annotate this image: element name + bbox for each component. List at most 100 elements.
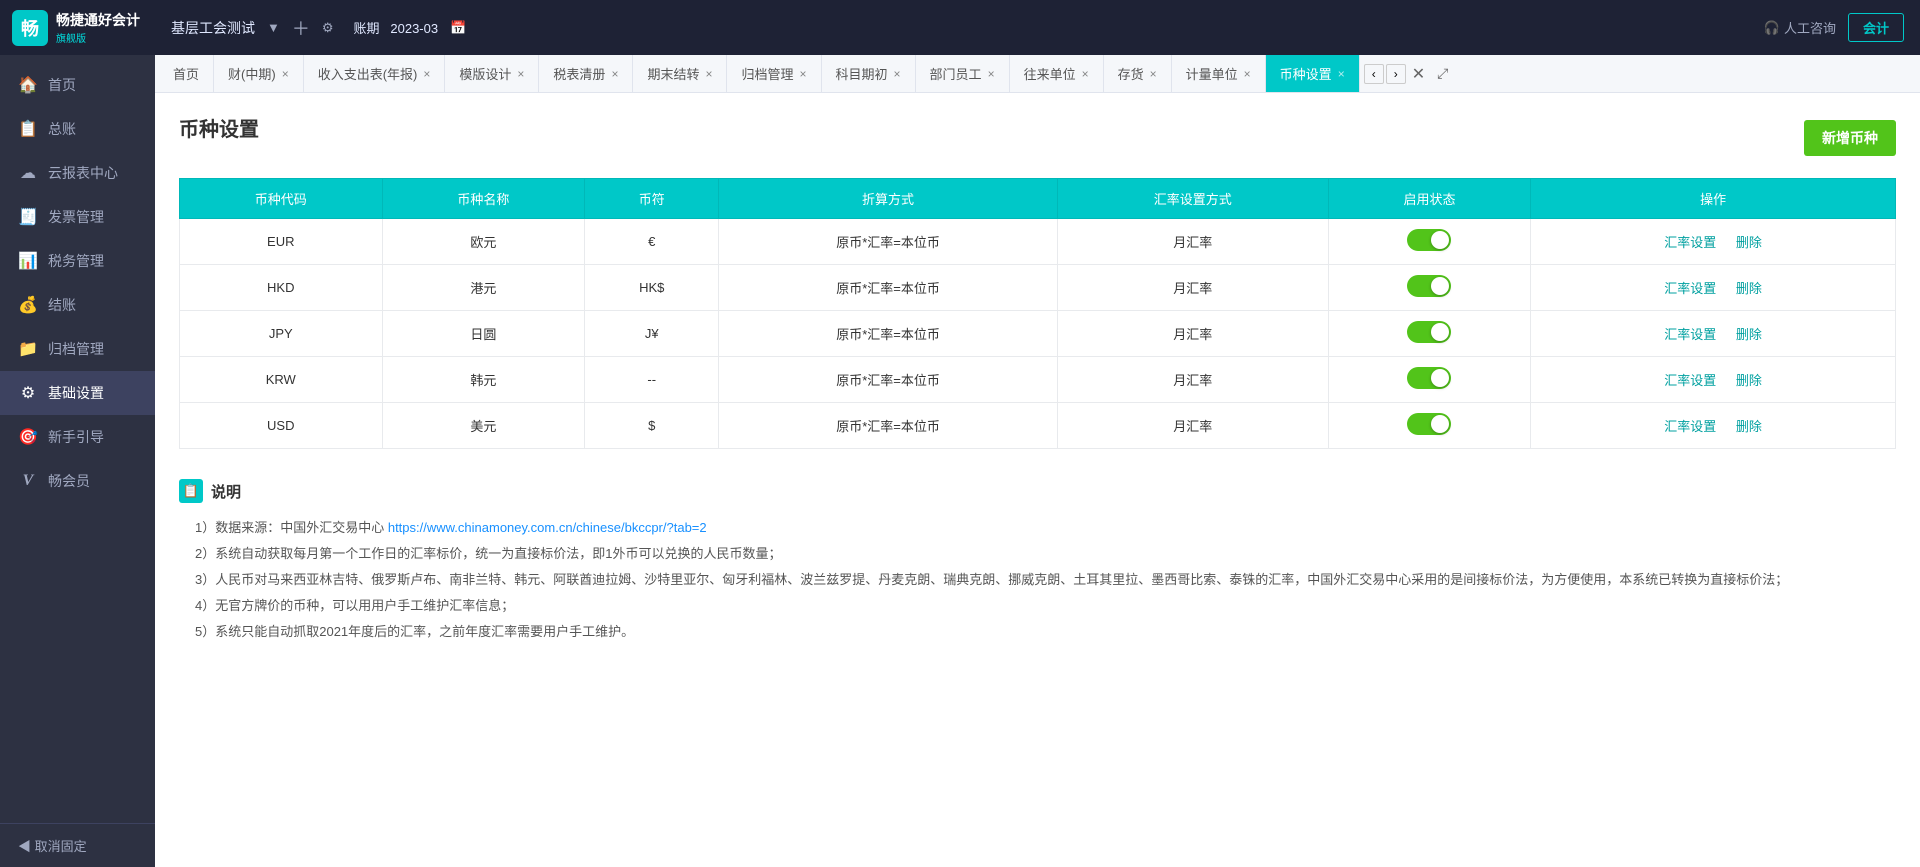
toggle-enabled[interactable] [1407, 367, 1451, 389]
cell-rate-type: 月汇率 [1057, 265, 1328, 311]
table-row: USD 美元 $ 原币*汇率=本位币 月汇率 汇率设置 删除 [180, 403, 1896, 449]
sidebar-item-member[interactable]: V 畅会员 [0, 459, 155, 503]
sidebar-item-guide[interactable]: 🎯 新手引导 [0, 415, 155, 459]
tab-contacts[interactable]: 往来单位 × [1010, 55, 1104, 93]
tab-dept-employee[interactable]: 部门员工 × [916, 55, 1010, 93]
tab-close-income-annual[interactable]: × [423, 67, 430, 81]
delete-link[interactable]: 删除 [1736, 419, 1762, 434]
company-settings-icon[interactable]: ⚙ [322, 20, 334, 36]
tab-subject-initial[interactable]: 科目期初 × [822, 55, 916, 93]
calendar-icon[interactable]: 📅 [450, 20, 466, 36]
rate-setting-link[interactable]: 汇率设置 [1664, 419, 1716, 434]
tab-unit[interactable]: 计量单位 × [1172, 55, 1266, 93]
page-title: 币种设置 [179, 113, 259, 142]
toggle-enabled[interactable] [1407, 229, 1451, 251]
tab-income-annual[interactable]: 收入支出表(年报) × [304, 55, 446, 93]
sidebar-item-settings[interactable]: ⚙ 基础设置 [0, 371, 155, 415]
close-all-tabs-btn[interactable]: ✕ [1406, 64, 1431, 84]
toggle-enabled[interactable] [1407, 275, 1451, 297]
cell-actions: 汇率设置 删除 [1531, 265, 1896, 311]
cell-status [1328, 357, 1531, 403]
cell-code: JPY [180, 311, 383, 357]
tab-home[interactable]: 首页 [159, 55, 214, 93]
settings-icon: ⚙ [18, 383, 38, 403]
tab-currency[interactable]: 币种设置 × [1266, 55, 1360, 93]
tab-tax-list[interactable]: 税表清册 × [539, 55, 633, 93]
col-name: 币种名称 [382, 179, 585, 219]
cell-code: HKD [180, 265, 383, 311]
account-button[interactable]: 会计 [1848, 13, 1904, 42]
tab-template[interactable]: 模版设计 × [445, 55, 539, 93]
sidebar-item-invoice[interactable]: 🧾 发票管理 [0, 195, 155, 239]
tab-close-period-transfer[interactable]: × [705, 67, 712, 81]
tab-close-dept-employee[interactable]: × [988, 67, 995, 81]
sidebar-item-tax[interactable]: 📊 税务管理 [0, 239, 155, 283]
cell-code: USD [180, 403, 383, 449]
sidebar-item-ledger[interactable]: 📋 总账 [0, 107, 155, 151]
note-item: 4）无官方牌价的币种，可以用用户手工维护汇率信息； [179, 593, 1896, 619]
col-calc: 折算方式 [719, 179, 1057, 219]
cell-name: 欧元 [382, 219, 585, 265]
sidebar-pin-toggle[interactable]: ◀ 取消固定 [0, 823, 155, 867]
cell-status [1328, 311, 1531, 357]
logo-text: 畅捷通好会计 旗舰版 [56, 10, 140, 45]
tab-close-inventory[interactable]: × [1150, 67, 1157, 81]
cell-status [1328, 219, 1531, 265]
delete-link[interactable]: 删除 [1736, 327, 1762, 342]
tab-close-currency[interactable]: × [1338, 67, 1345, 81]
tab-close-financial-mid[interactable]: × [282, 67, 289, 81]
table-row: JPY 日圆 J¥ 原币*汇率=本位币 月汇率 汇率设置 删除 [180, 311, 1896, 357]
tab-prev-btn[interactable]: ‹ [1364, 64, 1384, 84]
tab-close-unit[interactable]: × [1244, 67, 1251, 81]
cell-name: 美元 [382, 403, 585, 449]
sidebar-item-closing[interactable]: 💰 结账 [0, 283, 155, 327]
consult-button[interactable]: 🎧 人工咨询 [1764, 18, 1836, 37]
rate-setting-link[interactable]: 汇率设置 [1664, 235, 1716, 250]
tab-next-btn[interactable]: › [1386, 64, 1406, 84]
tab-close-contacts[interactable]: × [1082, 67, 1089, 81]
table-row: KRW 韩元 -- 原币*汇率=本位币 月汇率 汇率设置 删除 [180, 357, 1896, 403]
guide-icon: 🎯 [18, 427, 38, 447]
tab-financial-mid[interactable]: 财(中期) × [214, 55, 304, 93]
cell-name: 日圆 [382, 311, 585, 357]
chinamoney-link[interactable]: https://www.chinamoney.com.cn/chinese/bk… [388, 520, 707, 535]
tab-close-subject-initial[interactable]: × [894, 67, 901, 81]
delete-link[interactable]: 删除 [1736, 373, 1762, 388]
col-actions: 操作 [1531, 179, 1896, 219]
cell-symbol: J¥ [585, 311, 719, 357]
add-currency-button[interactable]: 新增币种 [1804, 120, 1896, 156]
note-item: 3）人民币对马来西亚林吉特、俄罗斯卢布、南非兰特、韩元、阿联酋迪拉姆、沙特里亚尔… [179, 567, 1896, 593]
delete-link[interactable]: 删除 [1736, 281, 1762, 296]
tab-close-tax-list[interactable]: × [611, 67, 618, 81]
toggle-enabled[interactable] [1407, 413, 1451, 435]
ledger-icon: 📋 [18, 119, 38, 139]
tab-inventory[interactable]: 存货 × [1104, 55, 1172, 93]
archive-icon: 📁 [18, 339, 38, 359]
delete-link[interactable]: 删除 [1736, 235, 1762, 250]
company-dropdown-icon[interactable]: ▼ [267, 20, 280, 35]
rate-setting-link[interactable]: 汇率设置 [1664, 327, 1716, 342]
expand-btn[interactable]: ⤢ [1431, 65, 1454, 82]
tab-archive[interactable]: 归档管理 × [727, 55, 821, 93]
sidebar-item-home[interactable]: 🏠 首页 [0, 63, 155, 107]
notes-icon: 📋 [179, 479, 203, 503]
cell-rate-type: 月汇率 [1057, 219, 1328, 265]
page-content: 币种设置 新增币种 币种代码 币种名称 币符 折算方式 汇率设置方式 启用状态 … [155, 93, 1920, 867]
cell-status [1328, 265, 1531, 311]
tab-close-template[interactable]: × [517, 67, 524, 81]
note-item: 1）数据来源：中国外汇交易中心 https://www.chinamoney.c… [179, 515, 1896, 541]
tabbar: 首页 财(中期) × 收入支出表(年报) × 模版设计 × 税表清册 × 期末结… [155, 55, 1920, 93]
rate-setting-link[interactable]: 汇率设置 [1664, 373, 1716, 388]
cell-symbol: $ [585, 403, 719, 449]
sidebar-item-reports[interactable]: ☁ 云报表中心 [0, 151, 155, 195]
tab-close-archive[interactable]: × [800, 67, 807, 81]
sidebar-nav: 🏠 首页 📋 总账 ☁ 云报表中心 🧾 发票管理 📊 税务管理 💰 结账 [0, 55, 155, 823]
add-company-icon[interactable]: ＋ [292, 15, 310, 41]
rate-setting-link[interactable]: 汇率设置 [1664, 281, 1716, 296]
topbar: 基层工会测试 ▼ ＋ ⚙ 账期 2023-03 📅 🎧 人工咨询 会计 [155, 0, 1920, 55]
toggle-enabled[interactable] [1407, 321, 1451, 343]
tab-period-transfer[interactable]: 期末结转 × [633, 55, 727, 93]
sidebar-item-archive[interactable]: 📁 归档管理 [0, 327, 155, 371]
cell-status [1328, 403, 1531, 449]
col-rate-type: 汇率设置方式 [1057, 179, 1328, 219]
